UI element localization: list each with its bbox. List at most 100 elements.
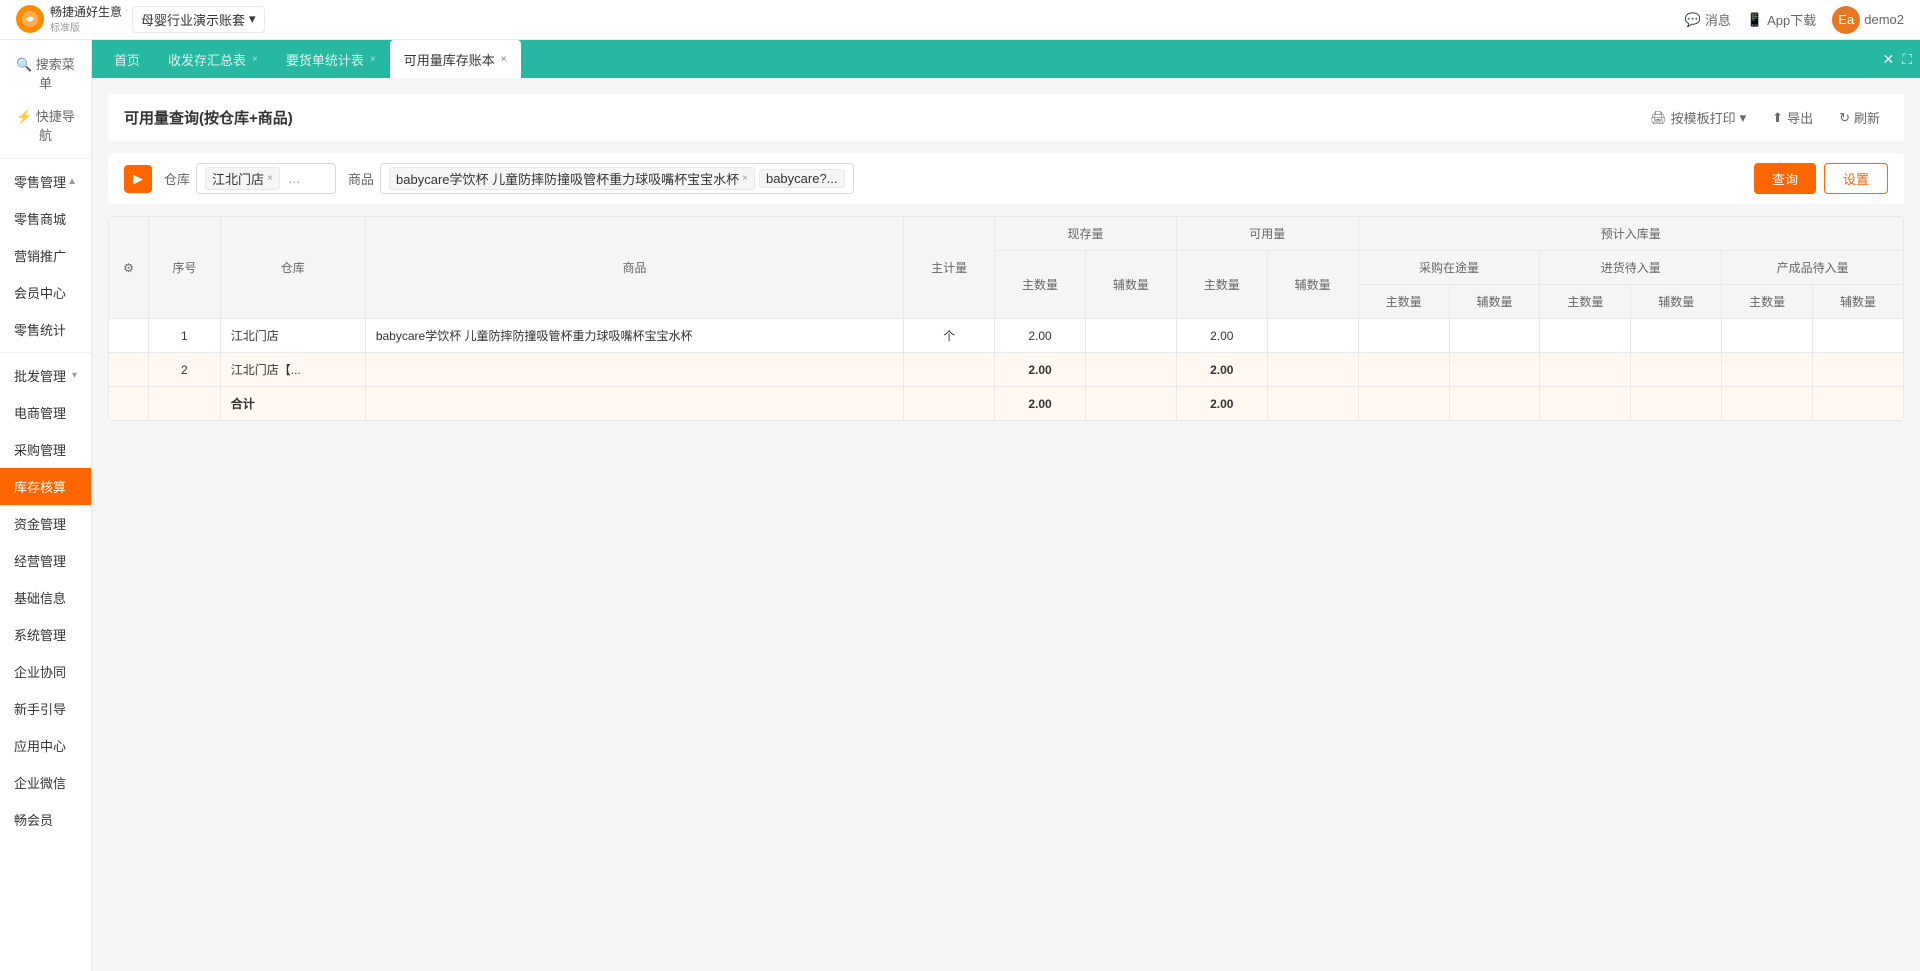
sidebar-item-member[interactable]: 会员中心: [0, 274, 91, 311]
footer-incoming-main: [1540, 387, 1631, 421]
close-window-icon[interactable]: ✕: [1882, 51, 1894, 68]
page-actions: 🖨 按模板打印 ▾ ⬆ 导出 ↻ 刷新: [1642, 104, 1888, 131]
data-table: ⚙ 序号 仓库 商品 主计量 现存量 可用量 预计入库量 主数量 辅数量: [108, 216, 1904, 421]
filter-toggle-btn[interactable]: ▶: [124, 165, 152, 193]
user-btn[interactable]: Ea demo2: [1832, 6, 1904, 34]
row2-available-sub: [1267, 353, 1358, 387]
tab-receive[interactable]: 收发存汇总表 ×: [154, 40, 272, 78]
tab-close-receive[interactable]: ×: [252, 54, 258, 65]
sidebar-item-label: 资金管理: [14, 514, 77, 533]
footer-product: [365, 387, 903, 421]
sidebar-top-buttons: 🔍 搜索菜单 ⚡ 快捷导航: [0, 40, 91, 159]
footer-incoming-sub: [1631, 387, 1722, 421]
print-btn[interactable]: 🖨 按模板打印 ▾: [1642, 104, 1754, 131]
row2-production-main: [1722, 353, 1813, 387]
warehouse-filter-field: 仓库 江北门店 × …: [164, 163, 336, 194]
product-filter-tags[interactable]: babycare学饮杯 儿童防摔防撞吸管杯重力球吸嘴杯宝宝水杯 × babyca…: [380, 163, 853, 194]
row1-product: babycare学饮杯 儿童防摔防撞吸管杯重力球吸嘴杯宝宝水杯: [365, 319, 903, 353]
sidebar-item-label: 电商管理: [14, 403, 77, 422]
tab-receive-label: 收发存汇总表: [168, 50, 246, 69]
row1-stock-sub: [1085, 319, 1176, 353]
tab-close-order-stat[interactable]: ×: [370, 54, 376, 65]
table-wrapper: ⚙ 序号 仓库 商品 主计量 现存量 可用量 预计入库量 主数量 辅数量: [108, 216, 1904, 421]
sidebar-item-enterprise[interactable]: 企业协同: [0, 653, 91, 690]
sidebar-item-wechat[interactable]: 企业微信: [0, 764, 91, 801]
warehouse-tag-close[interactable]: ×: [267, 173, 273, 184]
quick-nav-btn[interactable]: ⚡ 快捷导航: [6, 100, 85, 150]
row1-available-main: 2.00: [1176, 319, 1267, 353]
sidebar-item-inventory[interactable]: 库存核算: [0, 468, 91, 505]
table-row: 1 江北门店 babycare学饮杯 儿童防摔防撞吸管杯重力球吸嘴杯宝宝水杯 个…: [109, 319, 1904, 353]
search-menu-btn[interactable]: 🔍 搜索菜单: [6, 48, 85, 98]
avatar: Ea: [1832, 6, 1860, 34]
sidebar-item-appstore[interactable]: 应用中心: [0, 727, 91, 764]
row2-no: 2: [149, 353, 221, 387]
query-button[interactable]: 查询: [1754, 163, 1816, 194]
table-row: 2 江北门店【... 2.00 2.00: [109, 353, 1904, 387]
th-available-sub: 辅数量: [1267, 251, 1358, 319]
tab-available-inventory[interactable]: 可用量库存账本 ×: [390, 40, 521, 78]
sidebar-item-newbie[interactable]: 新手引导: [0, 690, 91, 727]
sidebar-item-label: 经营管理: [14, 551, 77, 570]
message-btn[interactable]: 💬 消息: [1685, 10, 1731, 29]
sidebar-item-ecom[interactable]: 电商管理: [0, 394, 91, 431]
footer-production-main: [1722, 387, 1813, 421]
app-icon: 📱: [1747, 12, 1763, 28]
app-download-btn[interactable]: 📱 App下载: [1747, 10, 1816, 29]
sidebar-nav: 零售管理 ▲ 零售商城 营销推广 会员中心 零售统计 批发管理 ▾ 电商管理: [0, 159, 91, 842]
export-btn[interactable]: ⬆ 导出: [1764, 104, 1821, 131]
row2-production-sub: [1813, 353, 1904, 387]
sidebar-item-label: 采购管理: [14, 440, 77, 459]
product-filter-field: 商品 babycare学饮杯 儿童防摔防撞吸管杯重力球吸嘴杯宝宝水杯 × bab…: [348, 163, 854, 194]
sidebar-item-label: 新手引导: [14, 699, 77, 718]
th-product: 商品: [365, 217, 903, 319]
sidebar-item-member2[interactable]: 畅会员: [0, 801, 91, 838]
filter-actions: 查询 设置: [1754, 163, 1888, 194]
footer-stock-sub: [1085, 387, 1176, 421]
tab-home[interactable]: 首页: [100, 40, 154, 78]
row2-main-unit: [904, 353, 995, 387]
sidebar-item-finance[interactable]: 资金管理: [0, 505, 91, 542]
sidebar-item-label: 基础信息: [14, 588, 77, 607]
sidebar-item-purchase[interactable]: 采购管理: [0, 431, 91, 468]
tab-order-stat[interactable]: 要货单统计表 ×: [272, 40, 390, 78]
top-bar: 畅捷通好生意 标准版 母婴行业演示账套 ▾ 💬 消息 📱 App下载 Ea de…: [0, 0, 1920, 40]
th-stock-main: 主数量: [995, 251, 1086, 319]
warehouse-filter-tags[interactable]: 江北门店 × …: [196, 163, 336, 194]
sidebar-item-system[interactable]: 系统管理: [0, 616, 91, 653]
logo: 畅捷通好生意 标准版: [16, 5, 122, 34]
warehouse-tag-text: 江北门店: [212, 169, 264, 188]
row1-production-main: [1722, 319, 1813, 353]
expand-icon: ▶: [133, 171, 143, 187]
footer-settings: [109, 387, 149, 421]
sidebar-item-label: 企业微信: [14, 773, 77, 792]
product-tag-1-close[interactable]: ×: [742, 173, 748, 184]
top-bar-right: 💬 消息 📱 App下载 Ea demo2: [1685, 6, 1904, 34]
sidebar: 🔍 搜索菜单 ⚡ 快捷导航 零售管理 ▲ 零售商城 营销推广 会员中心: [0, 40, 92, 971]
content-area: 首页 收发存汇总表 × 要货单统计表 × 可用量库存账本 × ✕ ⛶: [92, 40, 1920, 971]
th-settings[interactable]: ⚙: [109, 217, 149, 319]
set-button[interactable]: 设置: [1824, 163, 1888, 194]
industry-selector[interactable]: 母婴行业演示账套 ▾: [132, 6, 265, 33]
th-incoming-sub: 辅数量: [1631, 285, 1722, 319]
filter-bar: ▶ 仓库 江北门店 × … 商品 b: [108, 153, 1904, 204]
th-production-sub: 辅数量: [1813, 285, 1904, 319]
sidebar-item-zero-stat[interactable]: 零售统计: [0, 311, 91, 348]
tab-close-available-inventory[interactable]: ×: [501, 54, 507, 65]
sidebar-item-operation[interactable]: 经营管理: [0, 542, 91, 579]
maximize-icon[interactable]: ⛶: [1902, 51, 1912, 68]
refresh-btn[interactable]: ↻ 刷新: [1831, 104, 1888, 131]
table-body: 1 江北门店 babycare学饮杯 儿童防摔防撞吸管杯重力球吸嘴杯宝宝水杯 个…: [109, 319, 1904, 387]
sidebar-item-basic[interactable]: 基础信息: [0, 579, 91, 616]
refresh-label: 刷新: [1854, 108, 1880, 127]
row2-incoming-sub: [1631, 353, 1722, 387]
th-purchase-transit: 采购在途量: [1358, 251, 1540, 285]
sidebar-item-marketing[interactable]: 营销推广: [0, 237, 91, 274]
sidebar-item-batch[interactable]: 批发管理 ▾: [0, 357, 91, 394]
warehouse-more-btn[interactable]: …: [284, 171, 305, 186]
dropdown-icon: ▾: [249, 11, 256, 27]
sidebar-item-zero-shop[interactable]: 零售商城: [0, 200, 91, 237]
footer-main-unit: [904, 387, 995, 421]
sidebar-item-zero-retail[interactable]: 零售管理 ▲: [0, 163, 91, 200]
footer-no: [149, 387, 221, 421]
